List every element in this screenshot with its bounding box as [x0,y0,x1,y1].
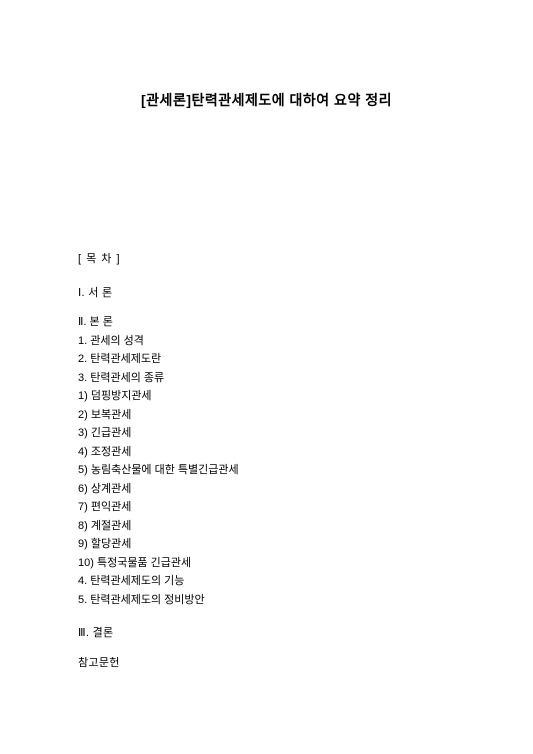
section-intro: Ⅰ. 서 론 [78,284,455,300]
toc-item: 5) 농림축산물에 대한 특별긴급관세 [78,462,455,479]
toc-item: 7) 편익관세 [78,499,455,516]
toc-item: 6) 상계관세 [78,481,455,498]
toc-item: 5. 탄력관세제도의 정비방안 [78,592,455,609]
references-label: 참고문헌 [78,654,455,670]
toc-item: 4) 조정관세 [78,444,455,461]
toc-item: 4. 탄력관세제도의 기능 [78,573,455,590]
toc-item: 1) 덤핑방지관세 [78,388,455,405]
toc-item: 2. 탄력관세제도란 [78,351,455,368]
toc-item: 8) 계절관세 [78,518,455,535]
toc-item: 9) 할당관세 [78,536,455,553]
toc-item: 1. 관세의 성격 [78,333,455,350]
section-body-group: Ⅱ. 본 론 1. 관세의 성격 2. 탄력관세제도란 3. 탄력관세의 종류 … [78,314,455,608]
section-conclusion: Ⅲ. 결론 [78,624,455,640]
section-body-header: Ⅱ. 본 론 [78,314,455,331]
toc-item: 10) 특정국물품 긴급관세 [78,555,455,572]
toc-item: 3. 탄력관세의 종류 [78,370,455,387]
toc-item: 2) 보복관세 [78,407,455,424]
toc-item: 3) 긴급관세 [78,425,455,442]
toc-header: [ 목 차 ] [78,250,455,266]
document-title: [관세론]탄력관세제도에 대하여 요약 정리 [78,90,455,110]
